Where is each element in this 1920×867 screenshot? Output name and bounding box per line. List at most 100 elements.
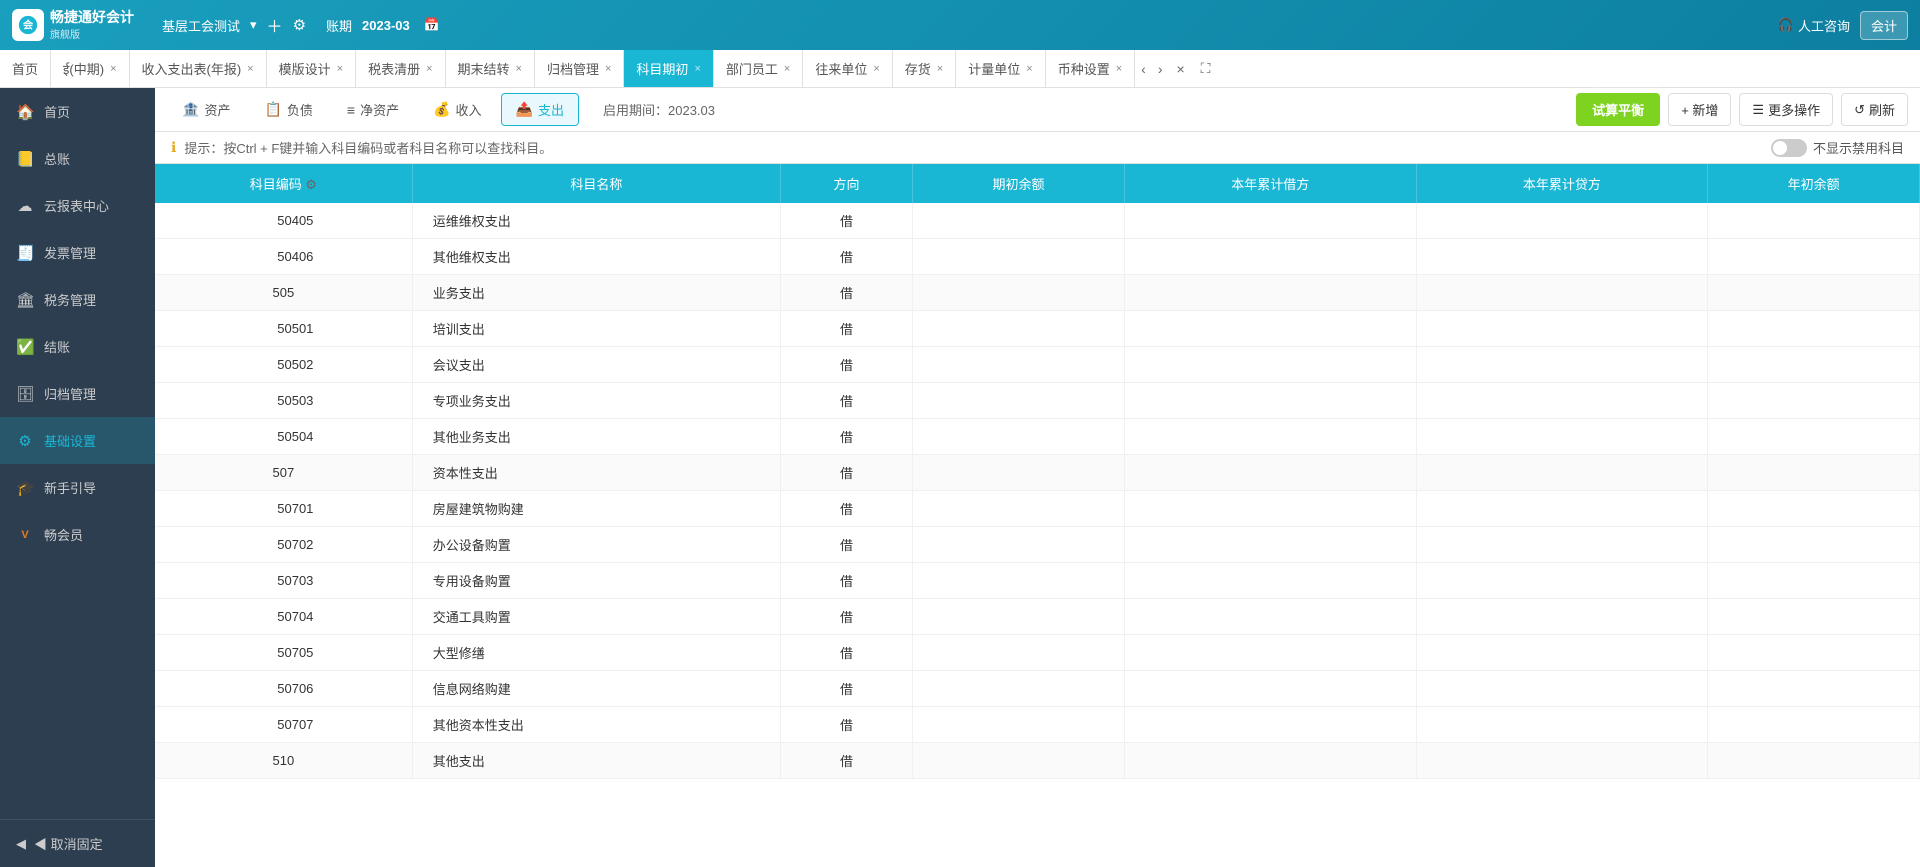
table-row[interactable]: 50503 专项业务支出 借 — [155, 383, 1920, 419]
sub-tab-equity[interactable]: ≡ 净资产 — [332, 93, 414, 126]
sub-tab-expense[interactable]: 📤 支出 — [501, 93, 579, 126]
th-code: 科目编码 ⚙ — [155, 164, 412, 203]
table-row[interactable]: 50702 办公设备购置 借 — [155, 527, 1920, 563]
cell-name: 资本性支出 — [412, 455, 780, 491]
tab-income-annual[interactable]: 收入支出表(年报) × — [130, 50, 267, 88]
table-row[interactable]: 50502 会议支出 借 — [155, 347, 1920, 383]
cell-opening-balance — [913, 275, 1125, 311]
cell-name: 信息网络购建 — [412, 671, 780, 707]
refresh-btn[interactable]: ↺ 刷新 — [1841, 93, 1908, 126]
sub-tab-liabilities[interactable]: 📋 负债 — [249, 93, 327, 126]
cell-code: 50504 — [155, 419, 412, 455]
sidebar-item-ledger[interactable]: 📒 总账 — [0, 135, 155, 182]
th-year-start-balance: 年初余额 — [1708, 164, 1920, 203]
tab-tax-table-close[interactable]: × — [426, 63, 432, 75]
tab-counterpart[interactable]: 往来单位 × — [803, 50, 892, 88]
sidebar-member-label: 畅会员 — [44, 525, 83, 544]
tab-mid-period-close[interactable]: × — [110, 63, 116, 75]
account-btn[interactable]: 会计 — [1860, 11, 1908, 40]
tab-currency[interactable]: 币种设置 × — [1046, 50, 1135, 88]
guide-icon: 🎓 — [16, 479, 34, 497]
sub-tab-assets[interactable]: 🏦 资产 — [167, 93, 245, 126]
add-btn[interactable]: + 新增 — [1668, 93, 1731, 126]
tab-next-btn[interactable]: › — [1152, 50, 1169, 88]
tab-archive-mgmt[interactable]: 归档管理 × — [535, 50, 624, 88]
table-row[interactable]: 50707 其他资本性支出 借 — [155, 707, 1920, 743]
sub-tab-income[interactable]: 💰 收入 — [418, 93, 496, 126]
cell-opening-balance — [913, 311, 1125, 347]
tab-currency-close[interactable]: × — [1116, 63, 1122, 75]
tab-mid-period[interactable]: ई(中期) × — [51, 50, 129, 88]
tab-home[interactable]: 首页 — [0, 50, 51, 88]
cell-direction: 借 — [781, 599, 913, 635]
info-icon: ℹ — [171, 139, 176, 156]
sidebar-collapse-btn[interactable]: ◀ ◀ 取消固定 — [0, 819, 155, 867]
sidebar-item-close-account[interactable]: ✅ 结账 — [0, 323, 155, 370]
cell-ytd-credit — [1416, 563, 1708, 599]
table-row[interactable]: 50705 大型修缮 借 — [155, 635, 1920, 671]
table-row[interactable]: 505 业务支出 借 — [155, 275, 1920, 311]
tab-template-close[interactable]: × — [337, 63, 343, 75]
column-settings-icon[interactable]: ⚙ — [305, 177, 317, 192]
company-dropdown-btn[interactable]: ▾ — [250, 17, 257, 33]
member-icon: V — [16, 529, 34, 541]
tab-subject-init-close[interactable]: × — [694, 63, 700, 75]
tab-archive-close[interactable]: × — [605, 63, 611, 75]
tab-inventory-close[interactable]: × — [937, 63, 943, 75]
tab-counterpart-close[interactable]: × — [873, 63, 879, 75]
tab-income-annual-close[interactable]: × — [247, 63, 253, 75]
tab-dept-staff-close[interactable]: × — [784, 63, 790, 75]
calendar-icon[interactable]: 📅 — [424, 17, 440, 33]
cell-direction: 借 — [781, 491, 913, 527]
tab-prev-btn[interactable]: ‹ — [1135, 50, 1152, 88]
tab-close-all-btn[interactable]: × — [1168, 50, 1192, 88]
sidebar-home-label: 首页 — [44, 102, 70, 121]
tab-tax-table[interactable]: 税表清册 × — [356, 50, 445, 88]
tab-subject-init[interactable]: 科目期初 × — [624, 50, 713, 88]
sidebar-item-guide[interactable]: 🎓 新手引导 — [0, 464, 155, 511]
tab-unit[interactable]: 计量单位 × — [956, 50, 1045, 88]
balance-btn[interactable]: 试算平衡 — [1576, 93, 1660, 126]
add-company-btn[interactable]: ＋ — [267, 13, 283, 37]
sidebar-item-member[interactable]: V 畅会员 — [0, 511, 155, 558]
help-btn[interactable]: 🎧 人工咨询 — [1778, 16, 1850, 35]
tab-period-end[interactable]: 期末结转 × — [446, 50, 535, 88]
cell-ytd-debit — [1124, 455, 1416, 491]
tab-tax-table-label: 税表清册 — [368, 59, 420, 78]
tab-period-end-close[interactable]: × — [516, 63, 522, 75]
cell-ytd-credit — [1416, 383, 1708, 419]
cell-ytd-credit — [1416, 671, 1708, 707]
more-btn[interactable]: ☰ 更多操作 — [1739, 93, 1833, 126]
table-row[interactable]: 50405 运维维权支出 借 — [155, 203, 1920, 239]
settings-btn[interactable]: ⚙ — [293, 16, 306, 34]
table-row[interactable]: 50504 其他业务支出 借 — [155, 419, 1920, 455]
disable-toggle[interactable] — [1771, 139, 1807, 157]
more-icon: ☰ — [1752, 102, 1764, 118]
sidebar-item-tax[interactable]: 🏛 税务管理 — [0, 276, 155, 323]
table-row[interactable]: 50703 专用设备购置 借 — [155, 563, 1920, 599]
table-row[interactable]: 510 其他支出 借 — [155, 743, 1920, 779]
table-row[interactable]: 50704 交通工具购置 借 — [155, 599, 1920, 635]
cell-ytd-credit — [1416, 743, 1708, 779]
table-row[interactable]: 50701 房屋建筑物购建 借 — [155, 491, 1920, 527]
cell-ytd-debit — [1124, 383, 1416, 419]
iam-badge[interactable]: iAM * — [1593, 60, 1658, 89]
table-row[interactable]: 50406 其他维权支出 借 — [155, 239, 1920, 275]
tab-template[interactable]: 模版设计 × — [267, 50, 356, 88]
sidebar-item-archive[interactable]: 🗄 归档管理 — [0, 370, 155, 417]
sidebar-item-home[interactable]: 🏠 首页 — [0, 88, 155, 135]
sidebar-item-basic-settings[interactable]: ⚙ 基础设置 — [0, 417, 155, 464]
table-row[interactable]: 50501 培训支出 借 — [155, 311, 1920, 347]
tab-inventory[interactable]: 存货 × — [893, 50, 956, 88]
cell-ytd-debit — [1124, 275, 1416, 311]
tab-unit-close[interactable]: × — [1026, 63, 1032, 75]
sidebar-item-invoice[interactable]: 🧾 发票管理 — [0, 229, 155, 276]
th-ytd-debit: 本年累计借方 — [1124, 164, 1416, 203]
table-row[interactable]: 50706 信息网络购建 借 — [155, 671, 1920, 707]
cell-ytd-debit — [1124, 743, 1416, 779]
table-row[interactable]: 507 资本性支出 借 — [155, 455, 1920, 491]
tab-dept-staff[interactable]: 部门员工 × — [714, 50, 803, 88]
sidebar-item-cloud-report[interactable]: ☁ 云报表中心 — [0, 182, 155, 229]
cell-direction: 借 — [781, 383, 913, 419]
tab-expand-btn[interactable]: ⛶ — [1193, 50, 1219, 88]
